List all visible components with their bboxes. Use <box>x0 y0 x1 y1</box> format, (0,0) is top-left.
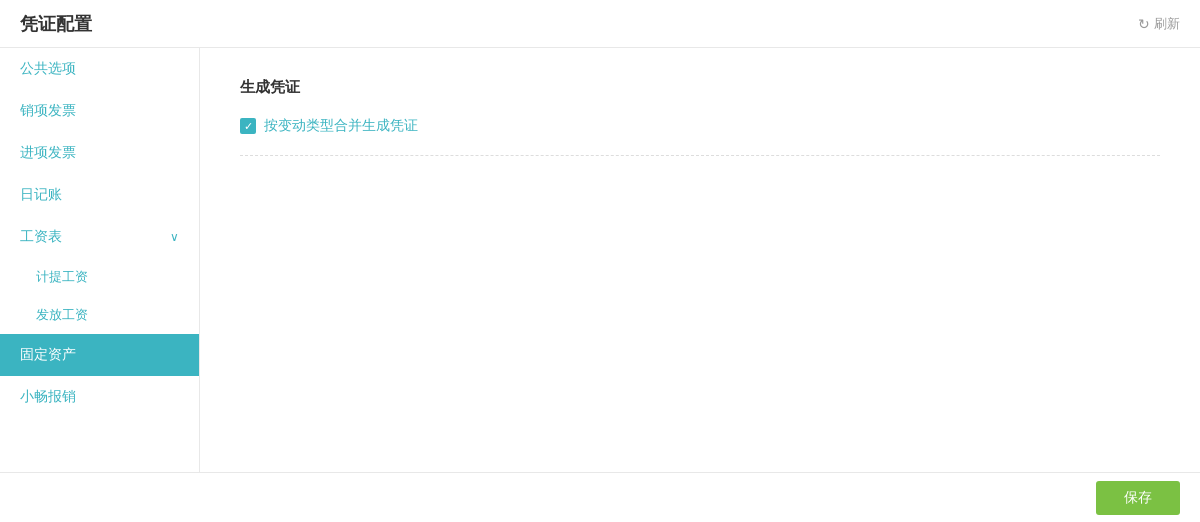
body: 公共选项 销项发票 进项发票 日记账 工资表 ∨ 计提工资 发放工资 固定资 <box>0 48 1200 472</box>
sidebar-label-fixed-assets: 固定资产 <box>20 346 76 364</box>
header: 凭证配置 ↻ 刷新 <box>0 0 1200 48</box>
refresh-icon: ↻ <box>1138 16 1150 32</box>
sidebar-label-payroll-provision: 计提工资 <box>36 269 88 284</box>
sidebar-item-expense-reimbursement[interactable]: 小畅报销 <box>0 376 199 418</box>
refresh-button[interactable]: ↻ 刷新 <box>1138 15 1180 33</box>
sidebar-label-sales-invoice: 销项发票 <box>20 102 76 120</box>
checkbox-row: 按变动类型合并生成凭证 <box>240 117 1160 135</box>
refresh-label: 刷新 <box>1154 15 1180 33</box>
sidebar-label-purchase-invoice: 进项发票 <box>20 144 76 162</box>
app-container: 凭证配置 ↻ 刷新 公共选项 销项发票 进项发票 日记账 工资表 ∨ <box>0 0 1200 522</box>
sidebar-item-payroll-provision[interactable]: 计提工资 <box>0 258 199 296</box>
sidebar-item-journal[interactable]: 日记账 <box>0 174 199 216</box>
main-content: 生成凭证 按变动类型合并生成凭证 <box>200 48 1200 472</box>
merge-by-type-checkbox[interactable] <box>240 118 256 134</box>
save-button[interactable]: 保存 <box>1096 481 1180 515</box>
sidebar: 公共选项 销项发票 进项发票 日记账 工资表 ∨ 计提工资 发放工资 固定资 <box>0 48 200 472</box>
footer: 保存 <box>0 472 1200 522</box>
sidebar-item-purchase-invoice[interactable]: 进项发票 <box>0 132 199 174</box>
sidebar-label-payroll-table: 工资表 <box>20 228 62 246</box>
section-divider <box>240 155 1160 156</box>
merge-by-type-label: 按变动类型合并生成凭证 <box>264 117 418 135</box>
chevron-down-icon: ∨ <box>170 230 179 244</box>
sidebar-label-expense-reimbursement: 小畅报销 <box>20 388 76 406</box>
sidebar-item-payroll-distribution[interactable]: 发放工资 <box>0 296 199 334</box>
sidebar-label-public-options: 公共选项 <box>20 60 76 78</box>
sidebar-label-journal: 日记账 <box>20 186 62 204</box>
sidebar-item-public-options[interactable]: 公共选项 <box>0 48 199 90</box>
sidebar-item-payroll-table[interactable]: 工资表 ∨ <box>0 216 199 258</box>
sidebar-item-sales-invoice[interactable]: 销项发票 <box>0 90 199 132</box>
page-title: 凭证配置 <box>20 12 92 36</box>
sidebar-label-payroll-distribution: 发放工资 <box>36 307 88 322</box>
section-title: 生成凭证 <box>240 78 1160 97</box>
sidebar-item-fixed-assets[interactable]: 固定资产 <box>0 334 199 376</box>
